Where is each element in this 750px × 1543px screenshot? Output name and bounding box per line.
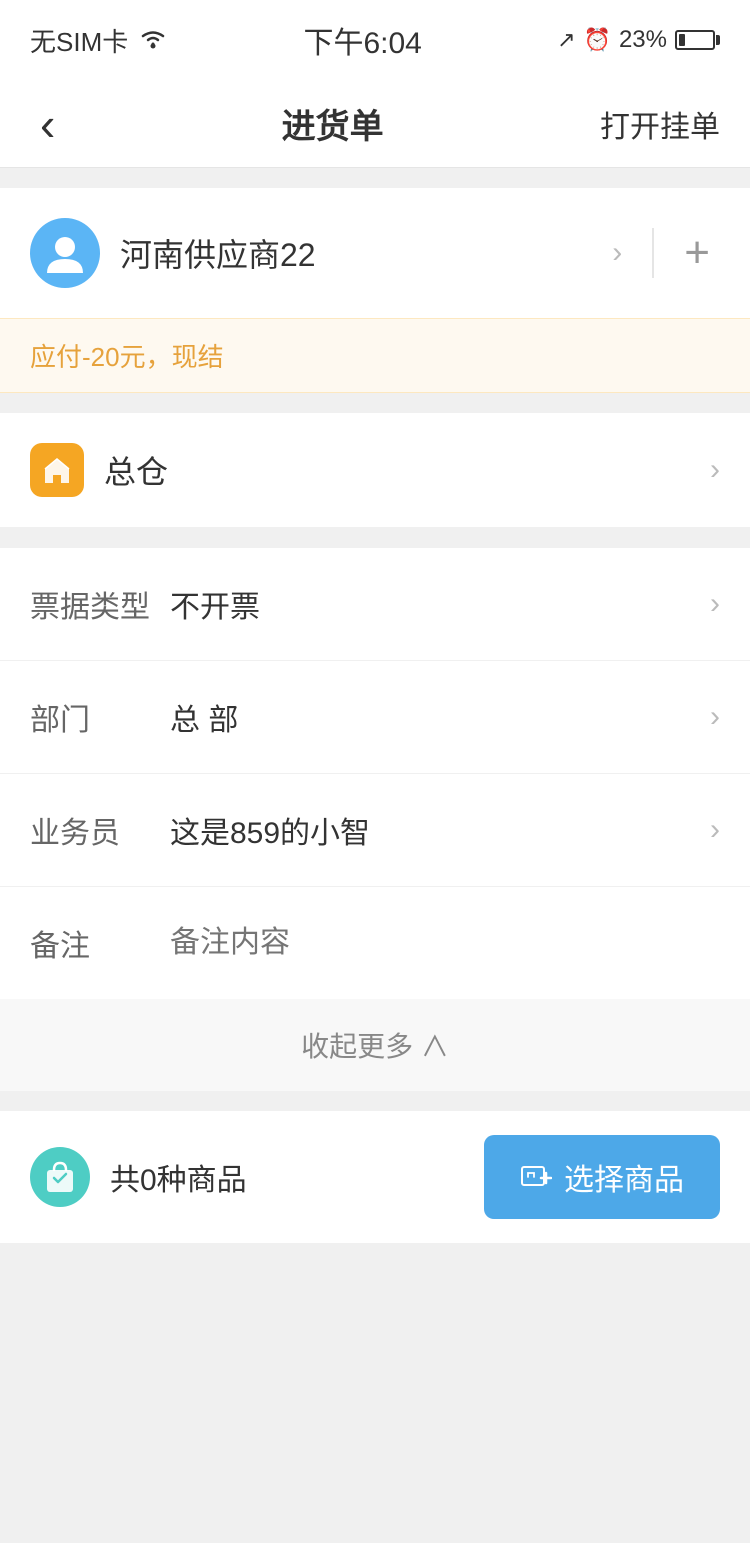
carrier-text: 无SIM卡 [30, 22, 128, 59]
add-button[interactable]: + [674, 228, 720, 278]
invoice-type-row[interactable]: 票据类型 不开票 › [0, 548, 750, 661]
supplier-chevron-icon: › [612, 236, 622, 270]
top-divider [0, 168, 750, 188]
warehouse-name: 总仓 [104, 447, 710, 493]
mid-divider1 [0, 393, 750, 413]
warehouse-icon-wrapper [30, 443, 84, 497]
product-bar: 共0种商品 选择商品 [0, 1111, 750, 1243]
open-pending-button[interactable]: 打开挂单 [600, 102, 720, 146]
salesperson-value: 这是859的小智 [170, 808, 710, 852]
supplier-section: 河南供应商22 › + 应付-20元，现结 [0, 188, 750, 393]
mid-divider2 [0, 528, 750, 548]
back-button[interactable]: ‹ [30, 87, 65, 161]
battery-icon [675, 30, 720, 50]
salesperson-chevron-icon: › [710, 813, 720, 847]
salesperson-row[interactable]: 业务员 这是859的小智 › [0, 774, 750, 887]
vertical-divider [652, 228, 654, 278]
remark-label: 备注 [30, 921, 150, 965]
product-count: 共0种商品 [110, 1155, 484, 1199]
bottom-bg [0, 1243, 750, 1543]
notice-bar: 应付-20元，现结 [0, 318, 750, 393]
select-product-button[interactable]: 选择商品 [484, 1135, 720, 1219]
salesperson-label: 业务员 [30, 808, 150, 852]
remark-input[interactable] [170, 926, 720, 960]
supplier-avatar [30, 218, 100, 288]
wifi-icon [138, 25, 168, 56]
nav-bar: ‹ 进货单 打开挂单 [0, 80, 750, 168]
department-row[interactable]: 部门 总 部 › [0, 661, 750, 774]
status-left: 无SIM卡 [30, 22, 168, 59]
warehouse-row[interactable]: 总仓 › [0, 413, 750, 528]
department-chevron-icon: › [710, 700, 720, 734]
remark-row[interactable]: 备注 [0, 887, 750, 999]
invoice-chevron-icon: › [710, 587, 720, 621]
supplier-name: 河南供应商22 [120, 230, 612, 276]
department-value: 总 部 [170, 695, 710, 739]
select-product-label: 选择商品 [564, 1155, 684, 1199]
location-icon: ↗ [557, 27, 575, 53]
invoice-type-value: 不开票 [170, 582, 710, 626]
status-time: 下午6:04 [303, 18, 421, 62]
page-title: 进货单 [282, 99, 384, 148]
supplier-row[interactable]: 河南供应商22 › + [0, 188, 750, 318]
product-icon-wrapper [30, 1147, 90, 1207]
department-label: 部门 [30, 695, 150, 739]
status-right: ↗ ⏰ 23% [557, 26, 720, 54]
form-section: 票据类型 不开票 › 部门 总 部 › 业务员 这是859的小智 › 备注 [0, 548, 750, 999]
status-bar: 无SIM卡 下午6:04 ↗ ⏰ 23% [0, 0, 750, 80]
collapse-button[interactable]: 收起更多 ∧ [0, 999, 750, 1091]
alarm-icon: ⏰ [584, 27, 611, 53]
invoice-type-label: 票据类型 [30, 582, 150, 626]
battery-percent: 23% [619, 26, 667, 54]
warehouse-chevron-icon: › [710, 453, 720, 487]
